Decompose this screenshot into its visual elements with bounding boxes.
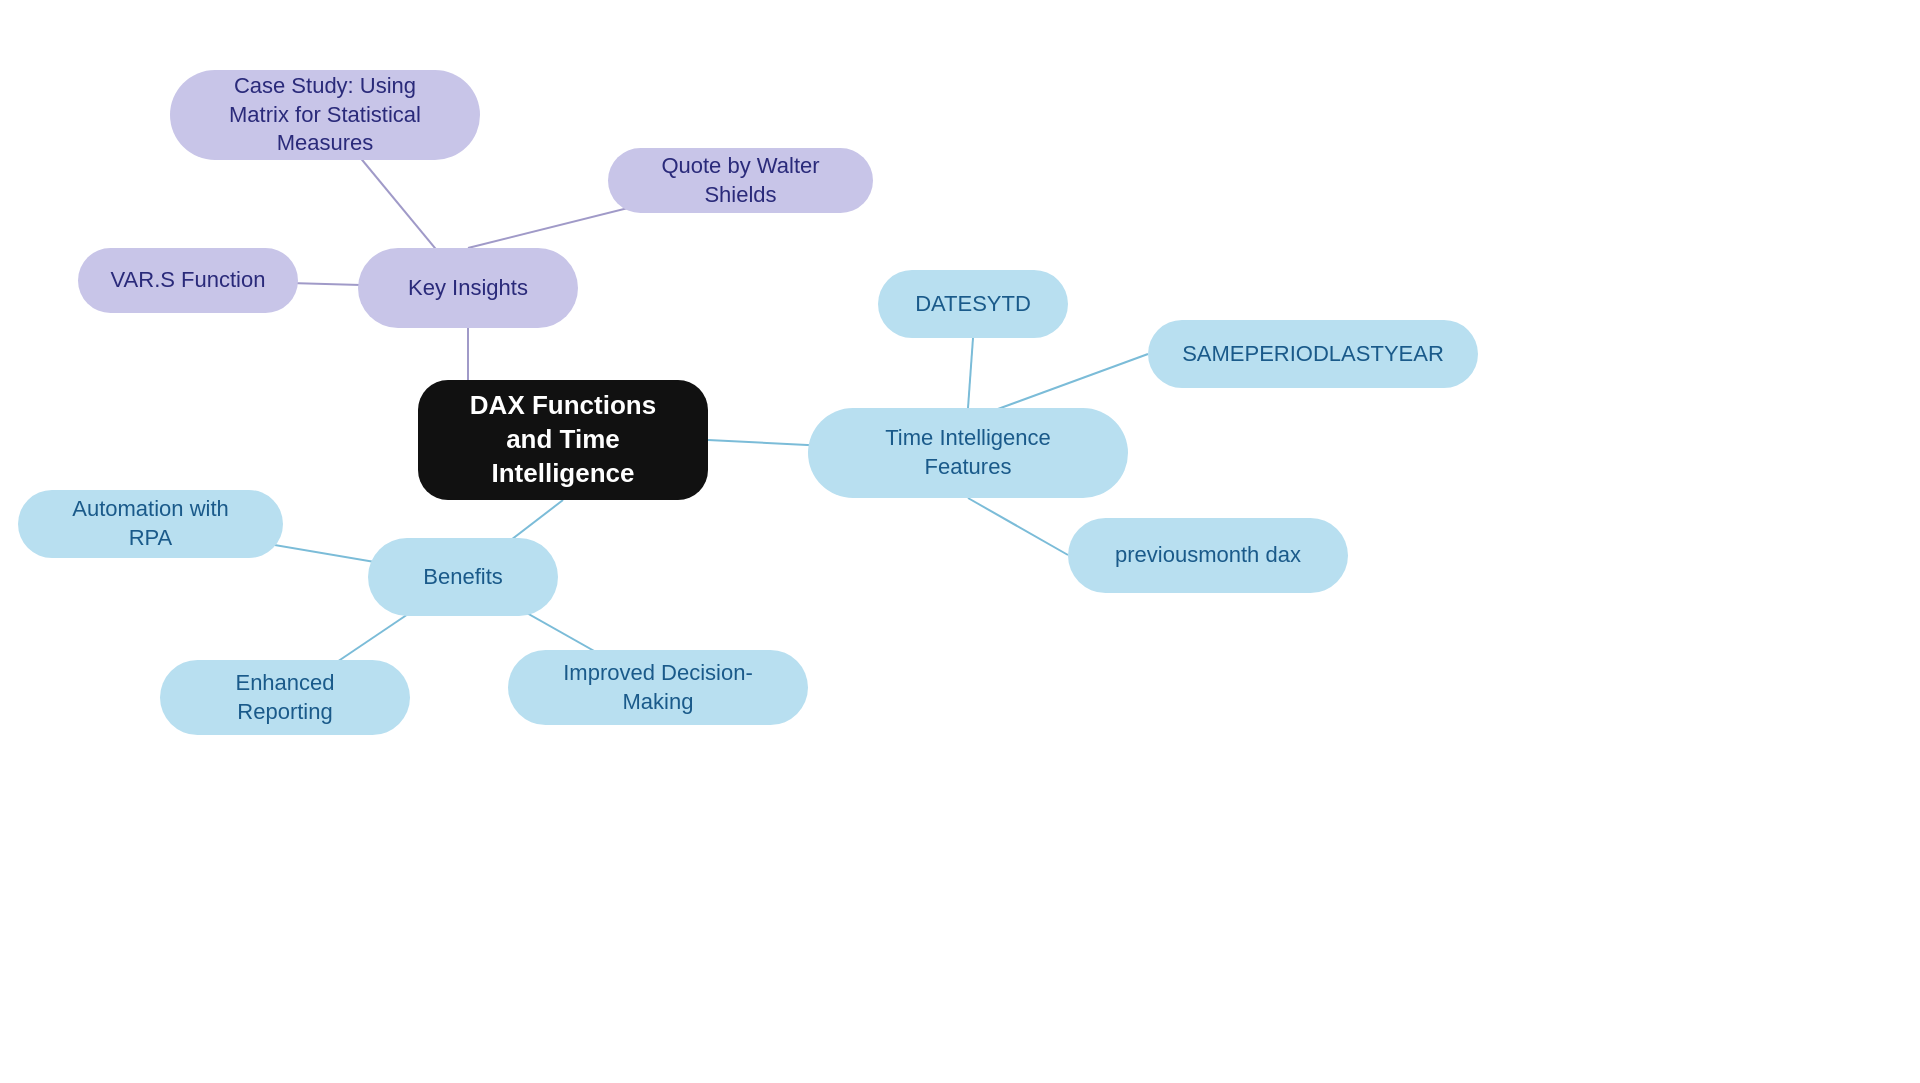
node-quote-label: Quote by Walter Shields	[640, 152, 841, 209]
node-vars-function[interactable]: VAR.S Function	[78, 248, 298, 313]
node-vars-label: VAR.S Function	[111, 266, 266, 295]
svg-line-5	[968, 338, 973, 408]
node-key-insights[interactable]: Key Insights	[358, 248, 578, 328]
node-time-intel-label: Time Intelligence Features	[840, 424, 1096, 481]
node-benefits[interactable]: Benefits	[368, 538, 558, 616]
node-case-study[interactable]: Case Study: Using Matrix for Statistical…	[170, 70, 480, 160]
node-sameperiodlastyear[interactable]: SAMEPERIODLASTYEAR	[1148, 320, 1478, 388]
center-label: DAX Functions and Time Intelligence	[450, 389, 676, 490]
node-case-study-label: Case Study: Using Matrix for Statistical…	[202, 72, 448, 158]
node-datesytd[interactable]: DATESYTD	[878, 270, 1068, 338]
node-previousmonth-dax[interactable]: previousmonth dax	[1068, 518, 1348, 593]
svg-line-7	[968, 498, 1068, 555]
node-prevmonth-label: previousmonth dax	[1115, 541, 1301, 570]
node-time-intelligence[interactable]: Time Intelligence Features	[808, 408, 1128, 498]
node-improved-label: Improved Decision-Making	[540, 659, 776, 716]
node-datesytd-label: DATESYTD	[915, 290, 1031, 319]
node-automation-label: Automation with RPA	[50, 495, 251, 552]
node-enhanced-label: Enhanced Reporting	[192, 669, 378, 726]
node-automation-rpa[interactable]: Automation with RPA	[18, 490, 283, 558]
node-sameperiod-label: SAMEPERIODLASTYEAR	[1182, 340, 1444, 369]
node-key-insights-label: Key Insights	[408, 274, 528, 303]
center-node: DAX Functions and Time Intelligence	[418, 380, 708, 500]
node-enhanced-reporting[interactable]: Enhanced Reporting	[160, 660, 410, 735]
node-quote[interactable]: Quote by Walter Shields	[608, 148, 873, 213]
node-benefits-label: Benefits	[423, 563, 503, 592]
node-improved-decision-making[interactable]: Improved Decision-Making	[508, 650, 808, 725]
